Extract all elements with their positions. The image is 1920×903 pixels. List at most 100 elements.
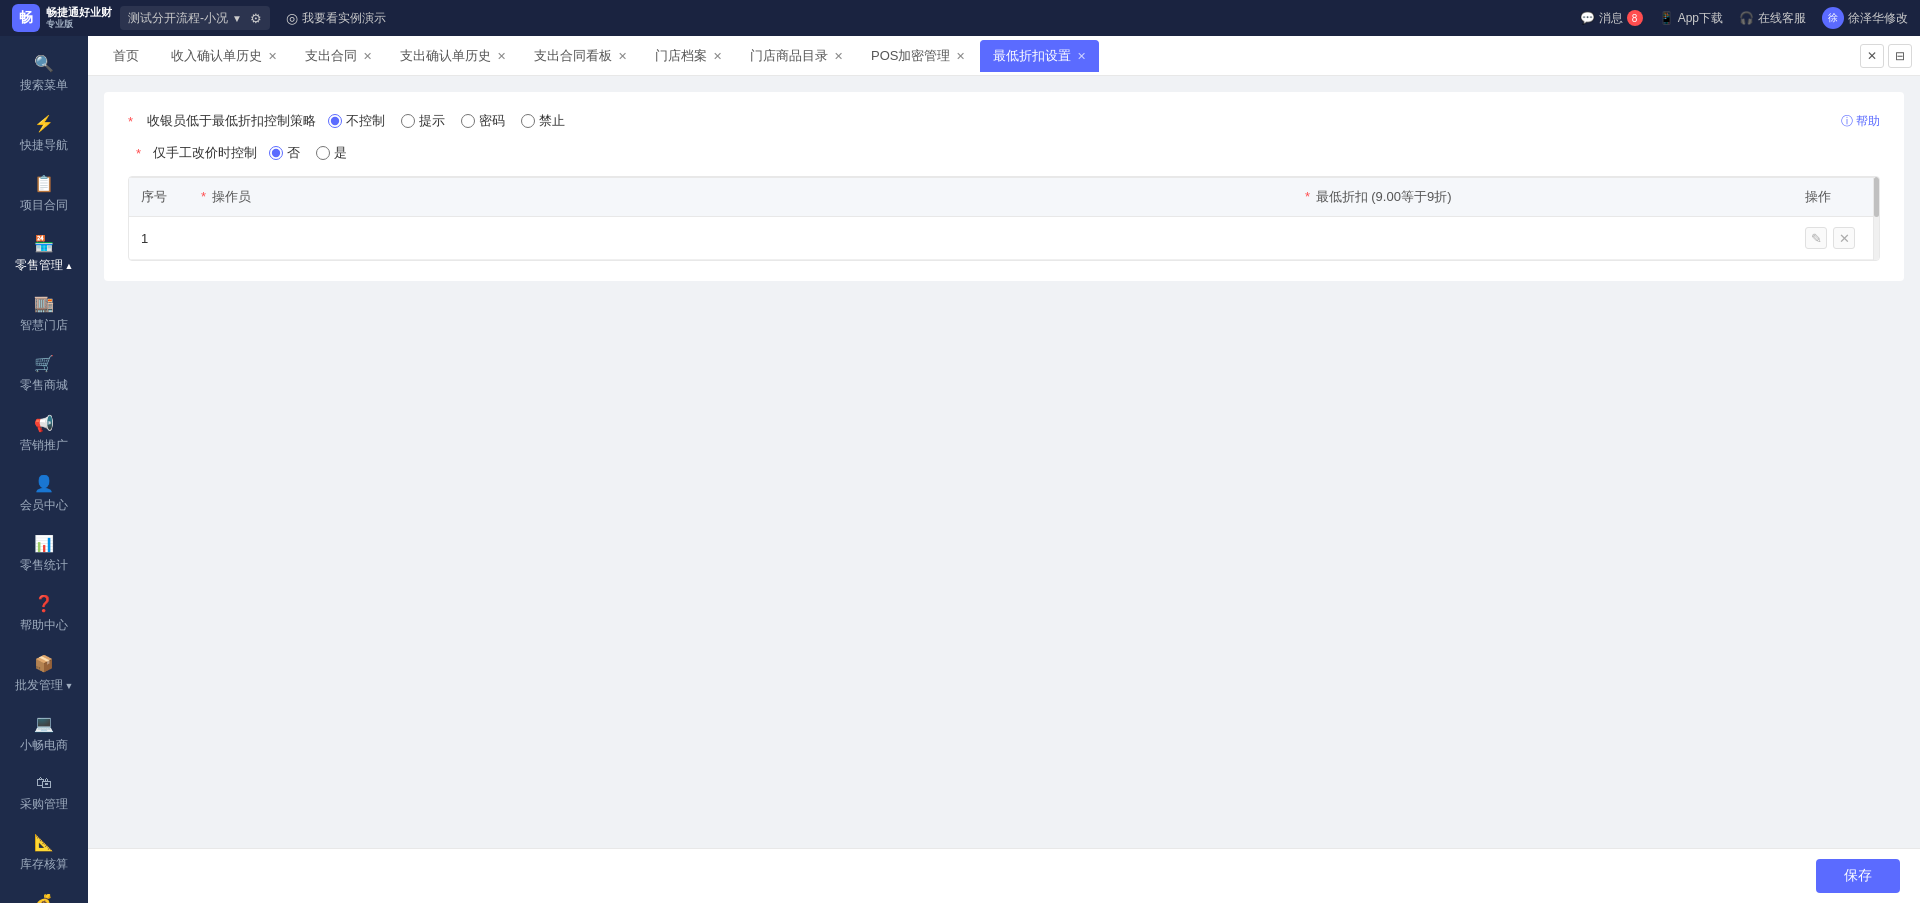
tab-store-products-label: 门店商品目录 bbox=[750, 47, 828, 65]
tab-payment-confirm-close-icon[interactable]: ✕ bbox=[497, 50, 506, 63]
tab-home[interactable]: 首页 bbox=[96, 40, 156, 72]
tab-more-btn[interactable]: ⊟ bbox=[1888, 44, 1912, 68]
tab-payment-contract-label: 支出合同 bbox=[305, 47, 357, 65]
sidebar-item-finance[interactable]: 💰 资金管理 bbox=[0, 883, 88, 903]
online-service-btn[interactable]: 🎧 在线客服 bbox=[1739, 10, 1806, 27]
strategy-forbid[interactable]: 禁止 bbox=[521, 112, 565, 130]
sidebar-item-help[interactable]: ❓ 帮助中心 bbox=[0, 584, 88, 644]
avatar: 徐 bbox=[1822, 7, 1844, 29]
tab-income-confirm-close-icon[interactable]: ✕ bbox=[268, 50, 277, 63]
sidebar-item-label: 搜索菜单 bbox=[20, 77, 68, 94]
strategy-forbid-input[interactable] bbox=[521, 114, 535, 128]
table-header-row: 序号 * 操作员 * 最低折扣 (9.00等于9折) bbox=[129, 178, 1873, 217]
tab-payment-confirm[interactable]: 支出确认单历史 ✕ bbox=[387, 40, 519, 72]
strategy-required-mark: * bbox=[128, 114, 133, 129]
sidebar-item-inventory[interactable]: 📐 库存核算 bbox=[0, 823, 88, 883]
app-logo: 畅 畅捷通好业财 专业版 bbox=[12, 4, 112, 32]
tab-payment-contract-close-icon[interactable]: ✕ bbox=[363, 50, 372, 63]
tab-store-file[interactable]: 门店档案 ✕ bbox=[642, 40, 735, 72]
manual-yes[interactable]: 是 bbox=[316, 144, 347, 162]
tab-store-products-close-icon[interactable]: ✕ bbox=[834, 50, 843, 63]
strategy-password-label: 密码 bbox=[479, 112, 505, 130]
delete-icon[interactable]: ✕ bbox=[1833, 227, 1855, 249]
tab-min-discount[interactable]: 最低折扣设置 ✕ bbox=[980, 40, 1099, 72]
tab-payment-board-close-icon[interactable]: ✕ bbox=[618, 50, 627, 63]
tab-pos-password-close-icon[interactable]: ✕ bbox=[956, 50, 965, 63]
tab-income-confirm-label: 收入确认单历史 bbox=[171, 47, 262, 65]
app-download-btn[interactable]: 📱 App下载 bbox=[1659, 10, 1723, 27]
tab-income-confirm[interactable]: 收入确认单历史 ✕ bbox=[158, 40, 290, 72]
action-icons: ✎ ✕ bbox=[1805, 227, 1861, 249]
strategy-password[interactable]: 密码 bbox=[461, 112, 505, 130]
sidebar-item-wholesale[interactable]: 📦 批发管理▼ bbox=[0, 644, 88, 704]
tab-store-products[interactable]: 门店商品目录 ✕ bbox=[737, 40, 856, 72]
project-chevron-icon: ▼ bbox=[232, 13, 242, 24]
retail-icon: 🏪 bbox=[34, 234, 54, 253]
smart-store-icon: 🏬 bbox=[34, 294, 54, 313]
scrollbar-thumb bbox=[1874, 177, 1879, 217]
tab-bar-actions: ✕ ⊟ bbox=[1860, 44, 1912, 68]
th-operator-required: * bbox=[201, 189, 206, 204]
sidebar-item-shortcut[interactable]: ⚡ 快捷导航 bbox=[0, 104, 88, 164]
app-edition: 专业版 bbox=[46, 19, 112, 30]
sidebar-item-marketing[interactable]: 📢 营销推广 bbox=[0, 404, 88, 464]
sidebar-item-label: 会员中心 bbox=[20, 497, 68, 514]
td-seq: 1 bbox=[129, 217, 189, 260]
save-button[interactable]: 保存 bbox=[1816, 859, 1900, 893]
table-wrapper: 序号 * 操作员 * 最低折扣 (9.00等于9折) bbox=[128, 176, 1880, 261]
sidebar-item-search[interactable]: 🔍 搜索菜单 bbox=[0, 44, 88, 104]
manual-yes-input[interactable] bbox=[316, 146, 330, 160]
strategy-prompt[interactable]: 提示 bbox=[401, 112, 445, 130]
tab-payment-board[interactable]: 支出合同看板 ✕ bbox=[521, 40, 640, 72]
top-bar-right: 💬 消息 8 📱 App下载 🎧 在线客服 徐 徐泽华修改 bbox=[1580, 7, 1908, 29]
strategy-no-control-input[interactable] bbox=[328, 114, 342, 128]
help-label: 帮助 bbox=[1856, 113, 1880, 130]
sidebar: 🔍 搜索菜单 ⚡ 快捷导航 📋 项目合同 🏪 零售管理▲ 🏬 智慧门店 🛒 零售… bbox=[0, 36, 88, 903]
tab-payment-contract[interactable]: 支出合同 ✕ bbox=[292, 40, 385, 72]
sidebar-item-ecom[interactable]: 💻 小畅电商 bbox=[0, 704, 88, 764]
project-selector[interactable]: 测试分开流程-小况 ▼ ⚙ bbox=[120, 6, 270, 30]
table-row: 1 ✎ ✕ bbox=[129, 217, 1873, 260]
strategy-prompt-input[interactable] bbox=[401, 114, 415, 128]
demo-text: 我要看实例演示 bbox=[302, 10, 386, 27]
inventory-icon: 📐 bbox=[34, 833, 54, 852]
retail-arrow-icon: ▲ bbox=[65, 261, 74, 271]
manual-no-input[interactable] bbox=[269, 146, 283, 160]
sidebar-item-smart-store[interactable]: 🏬 智慧门店 bbox=[0, 284, 88, 344]
sidebar-item-retail[interactable]: 🏪 零售管理▲ bbox=[0, 224, 88, 284]
finance-icon: 💰 bbox=[34, 893, 54, 903]
help-circle-icon: ⓘ bbox=[1841, 113, 1853, 130]
online-service-label: 在线客服 bbox=[1758, 10, 1806, 27]
edit-icon[interactable]: ✎ bbox=[1805, 227, 1827, 249]
demo-link[interactable]: ◎ 我要看实例演示 bbox=[286, 10, 386, 27]
strategy-radio-group: 不控制 提示 密码 禁止 bbox=[328, 112, 565, 130]
strategy-no-control[interactable]: 不控制 bbox=[328, 112, 385, 130]
sidebar-item-member[interactable]: 👤 会员中心 bbox=[0, 464, 88, 524]
message-btn[interactable]: 💬 消息 8 bbox=[1580, 10, 1643, 27]
sidebar-item-purchase[interactable]: 🛍 采购管理 bbox=[0, 764, 88, 823]
user-menu-btn[interactable]: 徐 徐泽华修改 bbox=[1822, 7, 1908, 29]
tab-close-all-btn[interactable]: ✕ bbox=[1860, 44, 1884, 68]
manual-no[interactable]: 否 bbox=[269, 144, 300, 162]
sidebar-item-label: 快捷导航 bbox=[20, 137, 68, 154]
shortcut-icon: ⚡ bbox=[34, 114, 54, 133]
strategy-password-input[interactable] bbox=[461, 114, 475, 128]
th-action: 操作 bbox=[1793, 178, 1873, 217]
tab-store-file-close-icon[interactable]: ✕ bbox=[713, 50, 722, 63]
table-scrollbar[interactable] bbox=[1873, 177, 1879, 260]
manual-yes-label: 是 bbox=[334, 144, 347, 162]
message-badge: 8 bbox=[1627, 10, 1643, 26]
sidebar-item-retail-stat[interactable]: 📊 零售统计 bbox=[0, 524, 88, 584]
help-btn[interactable]: ⓘ 帮助 bbox=[1841, 113, 1880, 130]
retail-stat-icon: 📊 bbox=[34, 534, 54, 553]
tab-min-discount-close-icon[interactable]: ✕ bbox=[1077, 50, 1086, 63]
sidebar-item-project[interactable]: 📋 项目合同 bbox=[0, 164, 88, 224]
logo-icon: 畅 bbox=[12, 4, 40, 32]
settings-icon[interactable]: ⚙ bbox=[250, 11, 262, 26]
manual-row: * 仅手工改价时控制 否 是 bbox=[128, 144, 1880, 162]
td-min-discount bbox=[1293, 217, 1793, 260]
tab-pos-password[interactable]: POS加密管理 ✕ bbox=[858, 40, 978, 72]
th-operator: * 操作员 bbox=[189, 178, 1293, 217]
sidebar-item-online-mall[interactable]: 🛒 零售商城 bbox=[0, 344, 88, 404]
online-mall-icon: 🛒 bbox=[34, 354, 54, 373]
